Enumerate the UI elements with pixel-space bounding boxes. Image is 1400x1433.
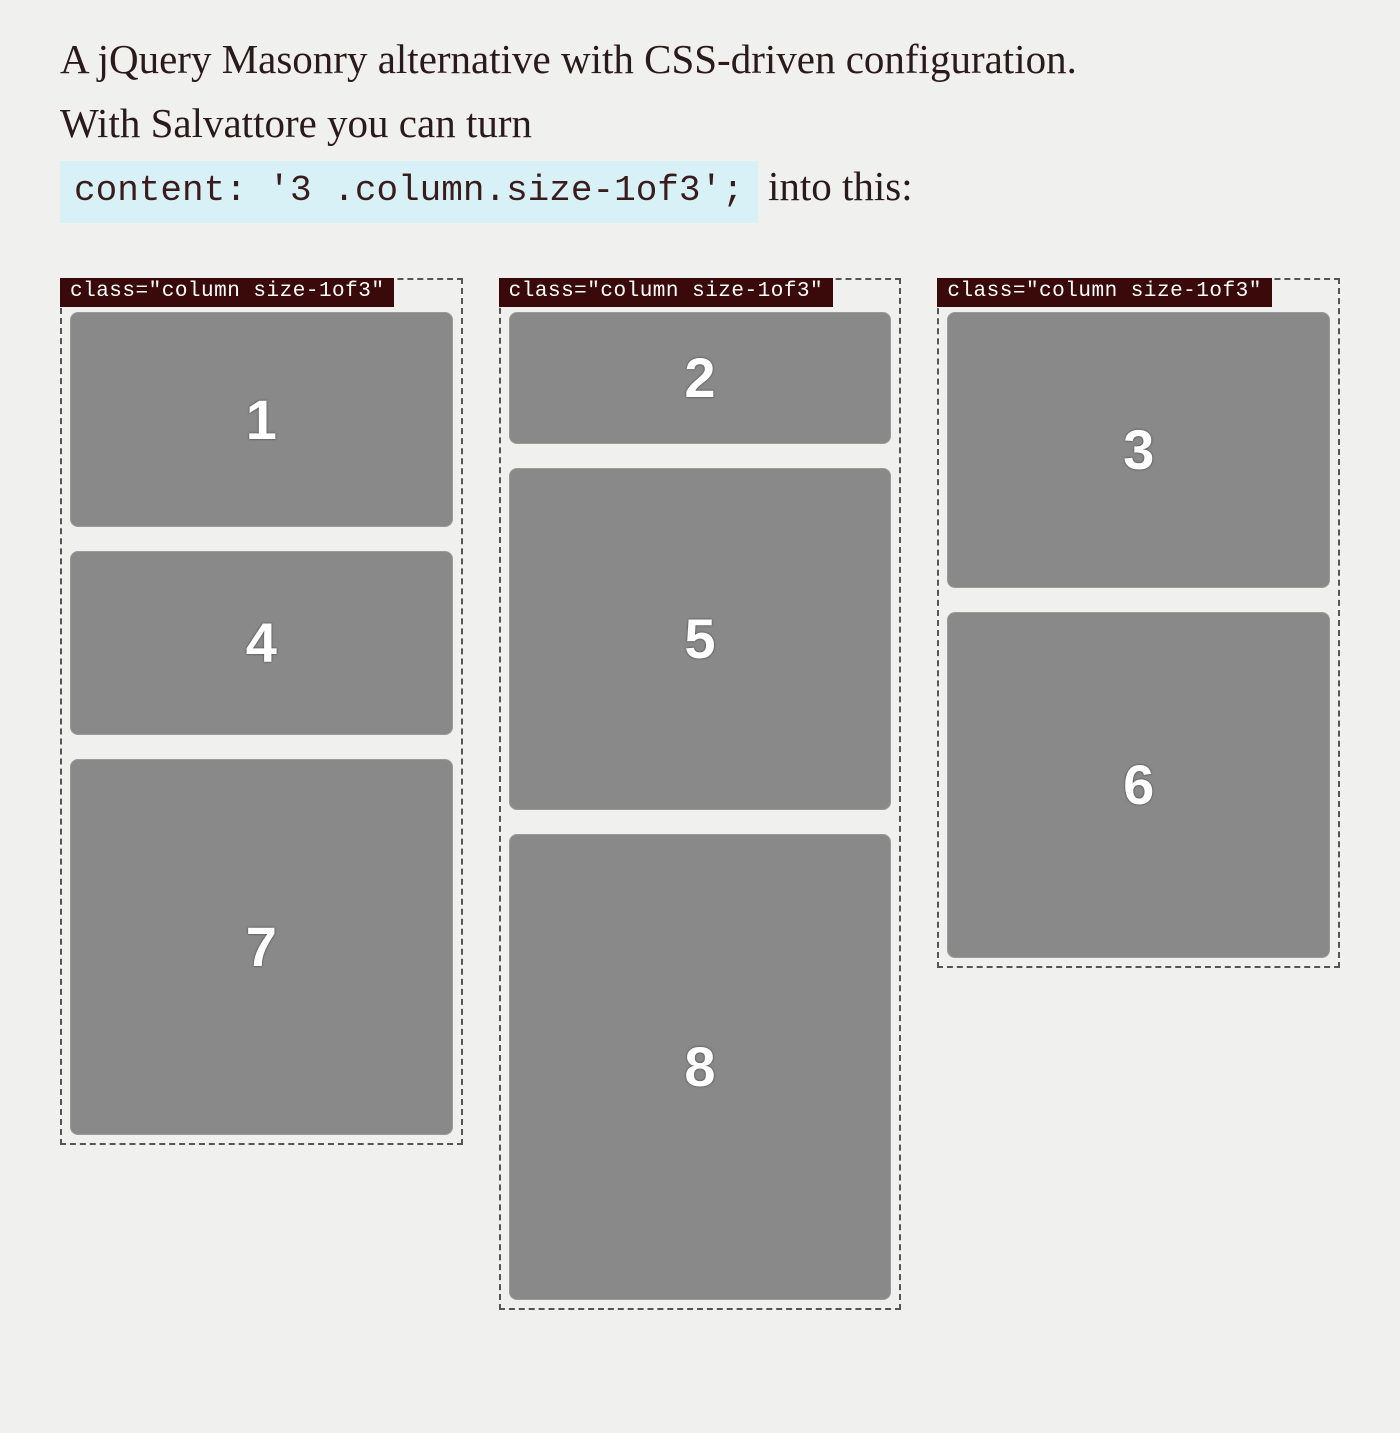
grid-box-number: 5 bbox=[684, 606, 715, 671]
grid-box: 6 bbox=[947, 612, 1330, 958]
grid-box: 5 bbox=[509, 468, 892, 810]
column-class-label: class="column size-1of3" bbox=[60, 278, 394, 307]
grid-box-number: 8 bbox=[684, 1034, 715, 1099]
grid-column: class="column size-1of3" 2 5 8 bbox=[499, 278, 902, 1310]
column-class-label: class="column size-1of3" bbox=[499, 278, 833, 307]
intro-text-before: A jQuery Masonry alternative with CSS-dr… bbox=[60, 36, 1077, 146]
column-class-label: class="column size-1of3" bbox=[937, 278, 1271, 307]
grid-box-number: 2 bbox=[684, 345, 715, 410]
masonry-demo-grid: class="column size-1of3" 1 4 7 class="co… bbox=[60, 278, 1340, 1310]
grid-box: 7 bbox=[70, 759, 453, 1135]
grid-box-number: 3 bbox=[1123, 417, 1154, 482]
grid-box-number: 1 bbox=[246, 387, 277, 452]
grid-box-number: 7 bbox=[246, 914, 277, 979]
grid-box: 8 bbox=[509, 834, 892, 1300]
grid-column: class="column size-1of3" 3 6 bbox=[937, 278, 1340, 968]
intro-code-snippet: content: '3 .column.size-1of3'; bbox=[60, 161, 758, 223]
grid-column: class="column size-1of3" 1 4 7 bbox=[60, 278, 463, 1145]
grid-box: 2 bbox=[509, 312, 892, 444]
grid-box: 3 bbox=[947, 312, 1330, 588]
grid-box-number: 4 bbox=[246, 610, 277, 675]
grid-box: 4 bbox=[70, 551, 453, 735]
grid-box-number: 6 bbox=[1123, 752, 1154, 817]
grid-box: 1 bbox=[70, 312, 453, 527]
intro-paragraph: A jQuery Masonry alternative with CSS-dr… bbox=[60, 28, 1160, 223]
intro-text-after: into this: bbox=[768, 163, 913, 209]
